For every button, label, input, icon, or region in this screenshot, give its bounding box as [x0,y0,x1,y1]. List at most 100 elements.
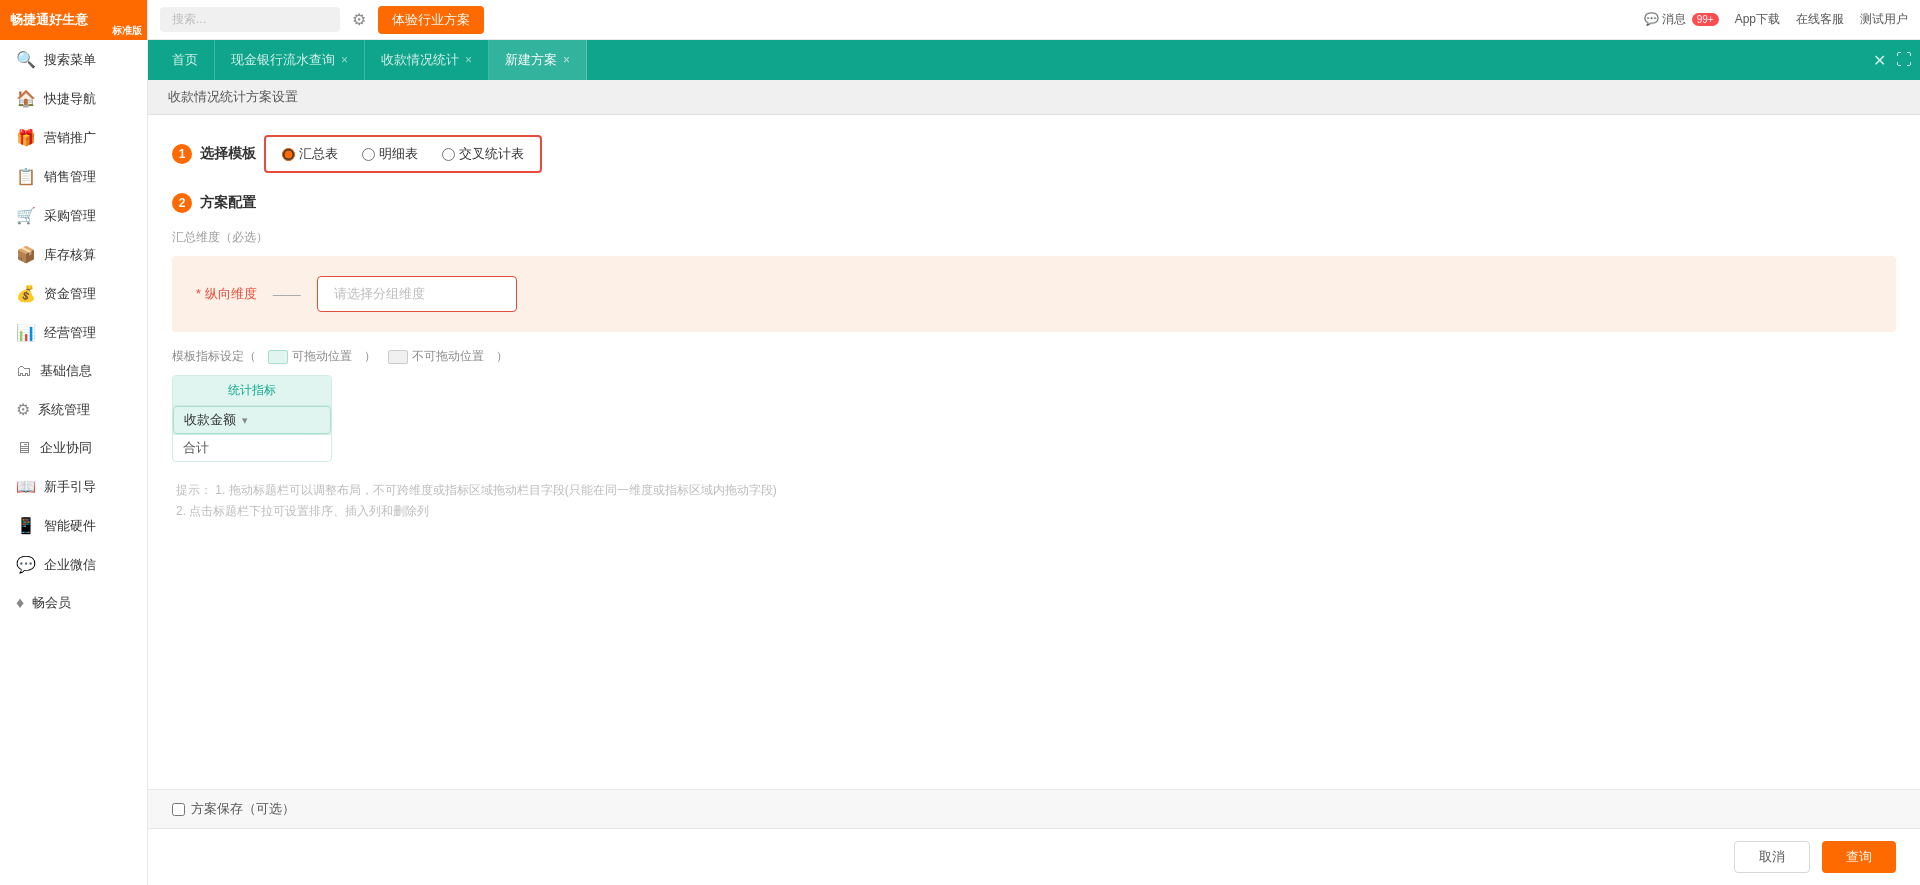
gift-icon: 🎁 [16,128,36,147]
message-label: 消息 [1662,12,1686,26]
radio-cross-input[interactable] [442,148,455,161]
sidebar-item-sales[interactable]: 📋 销售管理 [0,157,147,196]
save-checkbox-label[interactable]: 方案保存（可选） [172,800,295,818]
message-area[interactable]: 💬 消息 99+ [1644,11,1719,28]
sidebar-item-basic-info[interactable]: 🗂 基础信息 [0,352,147,390]
save-checkbox[interactable] [172,803,185,816]
template-selector: 汇总表 明细表 交叉统计表 [264,135,542,173]
section2-header: 2 方案配置 [172,193,1896,213]
home-icon: 🏠 [16,89,36,108]
vip-icon: ♦ [16,594,24,612]
tab-bank-flow-close[interactable]: × [341,53,348,67]
app-download-link[interactable]: App下载 [1735,11,1780,28]
radio-detail[interactable]: 明细表 [362,145,418,163]
sidebar-item-label: 库存核算 [44,246,96,264]
footer-buttons: 取消 查询 [148,828,1920,885]
form-area: 1 选择模板 汇总表 明细表 交叉统计表 [148,115,1920,789]
app-logo: 畅捷通好生意 标准版 [0,0,147,40]
sidebar-item-inventory[interactable]: 📦 库存核算 [0,235,147,274]
tab-new-plan[interactable]: 新建方案 × [489,40,587,80]
sidebar-item-label: 资金管理 [44,285,96,303]
logo-text: 畅捷通好生意 [10,11,88,29]
sidebar-item-wechat[interactable]: 💬 企业微信 [0,545,147,584]
cancel-button[interactable]: 取消 [1734,841,1810,873]
tab-bank-flow[interactable]: 现金银行流水查询 × [215,40,365,80]
radio-cross[interactable]: 交叉统计表 [442,145,524,163]
vertical-dim-select[interactable]: 请选择分组维度 [317,276,517,312]
sidebar-item-search-menu[interactable]: 🔍 搜索菜单 [0,40,147,79]
tab-home[interactable]: 首页 [156,40,215,80]
page-title: 收款情况统计方案设置 [148,80,1920,115]
sidebar-item-quick-nav[interactable]: 🏠 快捷导航 [0,79,147,118]
indicator-table: 统计指标 收款金额 ▾ 合计 [172,375,332,462]
indicator-legend: 模板指标设定（ 可拖动位置 ） 不可拖动位置 ） [172,348,1896,365]
tab-collection-stat-close[interactable]: × [465,53,472,67]
section2: 2 方案配置 汇总维度（必选） * 纵向维度 —— 请选择分组维度 [172,193,1896,520]
page-content: 收款情况统计方案设置 1 选择模板 汇总表 明细表 [148,80,1920,885]
radio-detail-input[interactable] [362,148,375,161]
tip-2: 2. 点击标题栏下拉可设置排序、插入列和删除列 [176,503,1896,520]
message-badge: 99+ [1692,13,1719,26]
indicator-section: 模板指标设定（ 可拖动位置 ） 不可拖动位置 ） [172,348,1896,462]
vertical-dim-label: * 纵向维度 [196,285,257,303]
indicator-sub-title: 统计指标 [228,383,276,397]
tab-collection-stat-label: 收款情况统计 [381,51,459,69]
sidebar-item-vip[interactable]: ♦ 畅会员 [0,584,147,622]
section1-title: 选择模板 [200,145,256,163]
fixed-box-icon [388,350,408,364]
indicator-tag-amount[interactable]: 收款金额 ▾ [173,406,331,434]
tab-expand-icon[interactable]: ⛶ [1896,51,1912,69]
radio-summary-label: 汇总表 [299,145,338,163]
radio-cross-label: 交叉统计表 [459,145,524,163]
legend-fixed: 不可拖动位置 [388,348,484,365]
dimension-row: * 纵向维度 —— 请选择分组维度 [196,276,1872,312]
search-icon: 🔍 [16,50,36,69]
query-button[interactable]: 查询 [1822,841,1896,873]
logo-badge: 标准版 [112,24,142,38]
trial-button[interactable]: 体验行业方案 [378,6,484,34]
sidebar-item-guide[interactable]: 📖 新手引导 [0,467,147,506]
tab-new-plan-label: 新建方案 [505,51,557,69]
settings-icon[interactable]: ⚙ [352,10,366,29]
guide-icon: 📖 [16,477,36,496]
sidebar-item-finance[interactable]: 💰 资金管理 [0,274,147,313]
sidebar-item-enterprise[interactable]: 🖥 企业协同 [0,429,147,467]
sidebar-item-label: 企业协同 [40,439,92,457]
radio-detail-label: 明细表 [379,145,418,163]
sidebar-item-label: 企业微信 [44,556,96,574]
sidebar-item-marketing[interactable]: 🎁 营销推广 [0,118,147,157]
radio-summary[interactable]: 汇总表 [282,145,338,163]
legend-fixed-label: 不可拖动位置 [412,348,484,365]
vertical-dim-placeholder: 请选择分组维度 [334,286,425,301]
sidebar-item-label: 销售管理 [44,168,96,186]
legend-movable: 可拖动位置 [268,348,352,365]
indicator-subtotal-label: 合计 [183,440,209,455]
bottom-bar: 方案保存（可选） [148,789,1920,828]
header-search-display: 搜索... [160,7,340,32]
tab-new-plan-close[interactable]: × [563,53,570,67]
header-left: 搜索... ⚙ 体验行业方案 [160,6,484,34]
section2-num: 2 [172,193,192,213]
indicator-tag-amount-label: 收款金额 [184,411,236,429]
legend-movable-label: 可拖动位置 [292,348,352,365]
sidebar-item-label: 经营管理 [44,324,96,342]
tab-bank-flow-label: 现金银行流水查询 [231,51,335,69]
sidebar-item-operations[interactable]: 📊 经营管理 [0,313,147,352]
sidebar-item-label: 基础信息 [40,362,92,380]
tab-collection-stat[interactable]: 收款情况统计 × [365,40,489,80]
sidebar-item-purchase[interactable]: 🛒 采购管理 [0,196,147,235]
sidebar-item-system[interactable]: ⚙ 系统管理 [0,390,147,429]
sidebar-item-hardware[interactable]: 📱 智能硬件 [0,506,147,545]
finance-icon: 💰 [16,284,36,303]
indicator-tags-row: 收款金额 ▾ [173,406,331,434]
summary-dim-title: 汇总维度（必选） [172,229,1896,246]
radio-summary-input[interactable] [282,148,295,161]
user-name[interactable]: 测试用户 [1860,11,1908,28]
inventory-icon: 📦 [16,245,36,264]
summary-dim-title-text: 汇总维度（必选） [172,230,268,244]
sales-icon: 📋 [16,167,36,186]
sidebar-item-label: 搜索菜单 [44,51,96,69]
online-service-link[interactable]: 在线客服 [1796,11,1844,28]
tab-close-all-icon[interactable]: ✕ [1873,51,1886,70]
indicator-header: 统计指标 [173,376,331,406]
